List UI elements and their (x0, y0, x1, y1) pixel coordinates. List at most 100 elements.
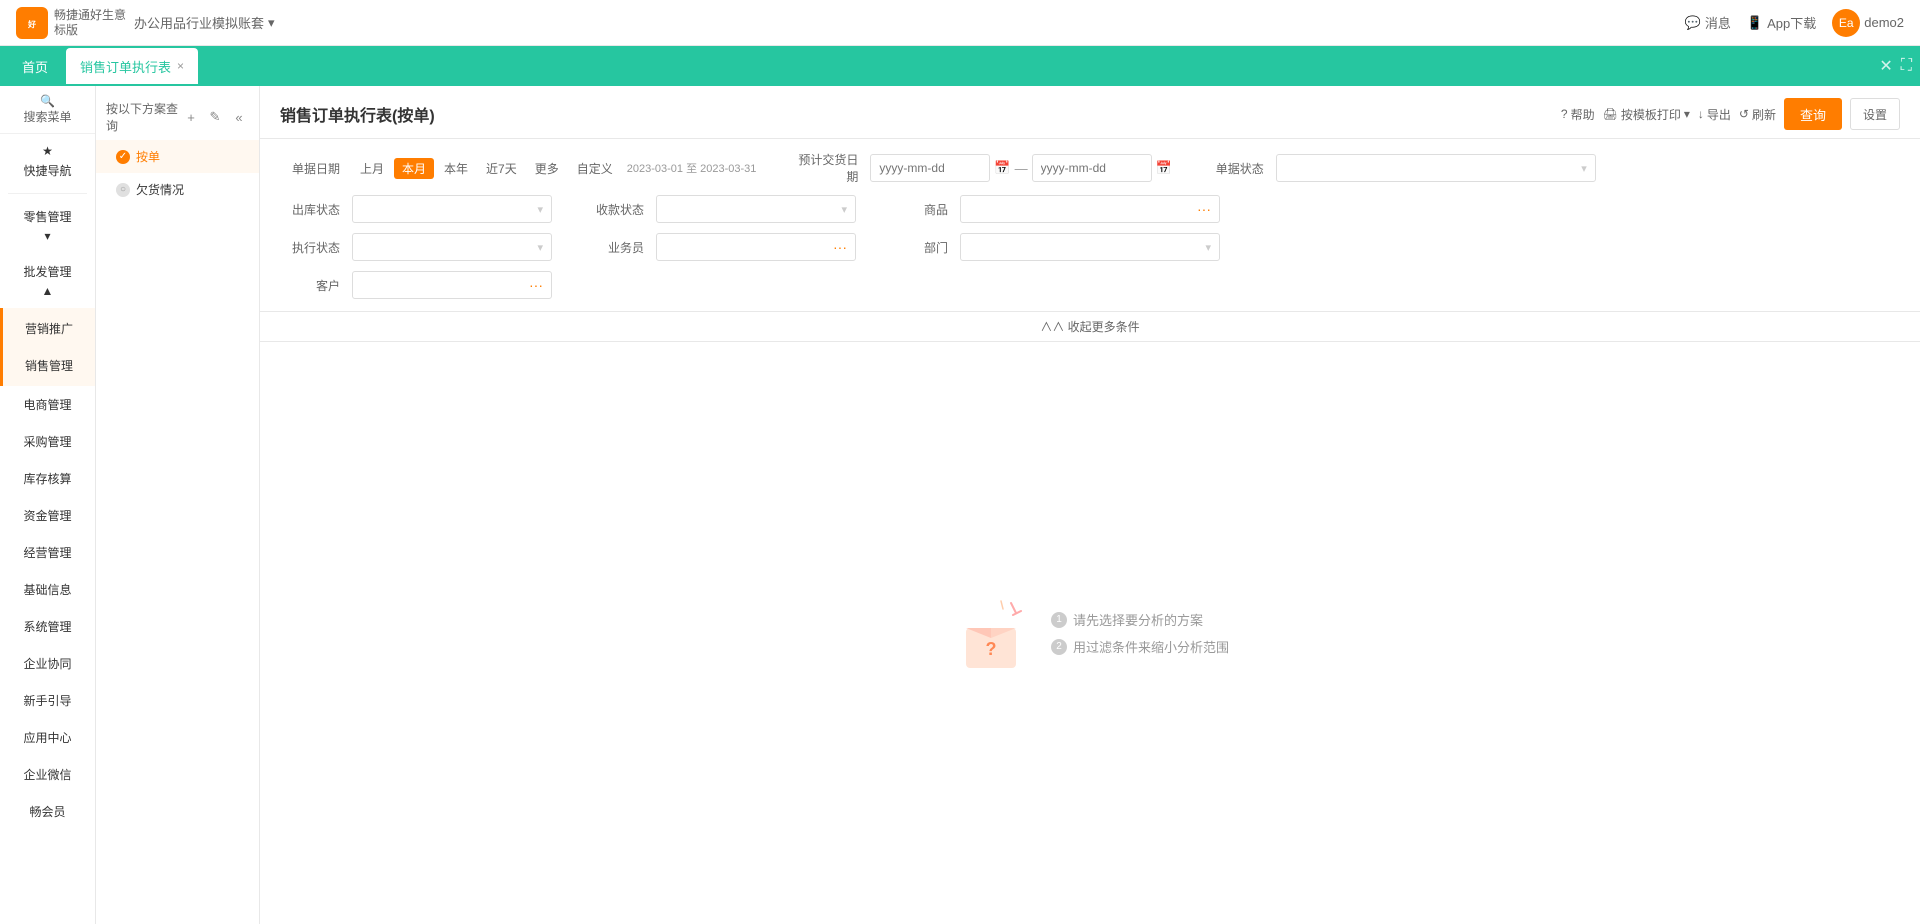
tab-home-label: 首页 (22, 57, 48, 76)
dept-select[interactable]: ▾ (960, 233, 1220, 261)
export-label: 导出 (1707, 106, 1731, 123)
payment-select[interactable]: ▾ (656, 195, 856, 223)
page-header: 销售订单执行表(按单) ? 帮助 🖨 按模板打印 ▾ ↓ 导出 (260, 86, 1920, 139)
tab-sales-order[interactable]: 销售订单执行表 × (66, 48, 198, 84)
settings-button[interactable]: 设置 (1850, 98, 1900, 130)
shortcut-label: 快捷导航 (23, 162, 71, 179)
expected-date-start[interactable] (870, 154, 990, 182)
sidebar-item-inventory[interactable]: 库存核算 (0, 460, 95, 497)
retail-label: 零售管理 (23, 208, 71, 225)
avatar: Ea (1832, 9, 1860, 37)
edit-scheme-btn[interactable]: ✎ (205, 107, 225, 127)
main-layout: 🔍 搜索菜单 ★ 快捷导航 零售管理 ▾ 批发管理 ▲ 营销推广 销售管理 电商… (0, 86, 1920, 924)
goods-dots[interactable]: ··· (1197, 201, 1211, 217)
date-tabs: 上月 本月 本年 近7天 更多 自定义 2023-03-01 至 2023-03… (352, 158, 756, 179)
tab-bar: 首页 销售订单执行表 × ✕ ⛶ (0, 46, 1920, 86)
empty-tip-2: 2 用过滤条件来缩小分析范围 (1051, 637, 1229, 656)
scheme-item-backorder[interactable]: ○ 欠货情况 (96, 173, 259, 206)
wholesale-arrow: ▲ (42, 284, 54, 298)
sidebar-item-wechat[interactable]: 企业微信 (0, 756, 95, 793)
collapse-text: 收起更多条件 (1068, 320, 1140, 334)
page-title: 销售订单执行表(按单) (280, 102, 435, 126)
user-action[interactable]: Ea demo2 (1832, 9, 1904, 37)
salesperson-label: 业务员 (584, 239, 644, 256)
empty-area: ? 1 请先选择要分析的方案 2 用过滤条件来缩小分析范围 (260, 342, 1920, 924)
refresh-action[interactable]: ↺ 刷新 (1739, 106, 1776, 123)
sidebar-item-wholesale[interactable]: 批发管理 ▲ (0, 253, 95, 308)
logo-area: 好 畅捷通好生意 标版 (16, 7, 126, 39)
export-action[interactable]: ↓ 导出 (1698, 106, 1731, 123)
sidebar-search[interactable]: 🔍 搜索菜单 (0, 86, 95, 134)
left-panel: 按以下方案查询 + ✎ « ✓ 按单 ○ 欠货情况 (96, 86, 260, 924)
main-panel: 销售订单执行表(按单) ? 帮助 🖨 按模板打印 ▾ ↓ 导出 (260, 86, 1920, 924)
sidebar-item-retail[interactable]: 零售管理 ▾ (0, 198, 95, 253)
message-label: 消息 (1705, 13, 1731, 32)
payment-chevron: ▾ (841, 203, 847, 216)
sidebar-item-operations[interactable]: 经营管理 (0, 534, 95, 571)
salesperson-dots[interactable]: ··· (833, 239, 847, 255)
expected-date-label: 预计交货日期 (788, 151, 858, 185)
app-icon: 📱 (1747, 15, 1763, 31)
collapse-icon: ∧∧ (1040, 320, 1064, 334)
date-tab-last-month[interactable]: 上月 (352, 158, 392, 179)
goods-label: 商品 (888, 201, 948, 218)
date-tab-custom[interactable]: 自定义 (569, 158, 621, 179)
date-tab-7days[interactable]: 近7天 (478, 158, 525, 179)
add-scheme-btn[interactable]: + (181, 107, 201, 127)
sidebar-item-guide[interactable]: 新手引导 (0, 682, 95, 719)
cal-icon-start[interactable]: 📅 (994, 160, 1010, 176)
date-tab-more[interactable]: 更多 (527, 158, 567, 179)
breadcrumb-text: 办公用品行业模拟账套 (134, 13, 264, 32)
customer-dots[interactable]: ··· (529, 277, 543, 293)
sidebar-item-sales[interactable]: 销售管理 (3, 347, 95, 384)
scheme-item-order[interactable]: ✓ 按单 (96, 140, 259, 173)
delivery-select[interactable]: ▾ (352, 195, 552, 223)
print-action[interactable]: 🖨 按模板打印 ▾ (1603, 106, 1690, 123)
breadcrumb-chevron[interactable]: ▾ (268, 15, 275, 31)
goods-select[interactable]: ··· (960, 195, 1220, 223)
message-action[interactable]: 💬 消息 (1685, 13, 1731, 32)
sidebar-item-ecommerce[interactable]: 电商管理 (0, 386, 95, 423)
scheme-label-order: 按单 (136, 148, 160, 165)
sidebar-item-marketing[interactable]: 营销推广 (3, 310, 95, 347)
sidebar-item-purchase[interactable]: 采购管理 (0, 423, 95, 460)
date-tab-this-month[interactable]: 本月 (394, 158, 434, 179)
search-button[interactable]: 查询 (1784, 98, 1842, 130)
collapse-panel-btn[interactable]: « (229, 107, 249, 127)
purchase-label: 采购管理 (23, 433, 71, 450)
refresh-icon: ↺ (1739, 107, 1749, 121)
date-label: 单据日期 (280, 160, 340, 177)
member-label: 畅会员 (29, 803, 65, 820)
shortcut-icon: ★ (42, 144, 53, 158)
tab-close-btn[interactable]: ✕ (1879, 56, 1892, 76)
customer-select[interactable]: ··· (352, 271, 552, 299)
expected-date-end[interactable] (1032, 154, 1152, 182)
date-tab-this-year[interactable]: 本年 (436, 158, 476, 179)
help-action[interactable]: ? 帮助 (1561, 106, 1595, 123)
collapse-bar[interactable]: ∧∧ 收起更多条件 (260, 312, 1920, 342)
empty-tips: 1 请先选择要分析的方案 2 用过滤条件来缩小分析范围 (1051, 610, 1229, 656)
sidebar-item-system[interactable]: 系统管理 (0, 608, 95, 645)
tip-text-2: 用过滤条件来缩小分析范围 (1073, 637, 1229, 656)
left-panel-title: 按以下方案查询 (106, 100, 181, 134)
sidebar: 🔍 搜索菜单 ★ 快捷导航 零售管理 ▾ 批发管理 ▲ 营销推广 销售管理 电商… (0, 86, 96, 924)
svg-text:?: ? (985, 639, 996, 659)
app-download-action[interactable]: 📱 App下载 (1747, 13, 1816, 32)
salesperson-select[interactable]: ··· (656, 233, 856, 261)
tip-text-1: 请先选择要分析的方案 (1073, 610, 1203, 629)
sidebar-item-finance[interactable]: 资金管理 (0, 497, 95, 534)
sidebar-item-basic[interactable]: 基础信息 (0, 571, 95, 608)
exec-select[interactable]: ▾ (352, 233, 552, 261)
cal-icon-end[interactable]: 📅 (1156, 160, 1172, 176)
svg-text:好: 好 (27, 19, 36, 29)
sidebar-item-shortcut[interactable]: ★ 快捷导航 (0, 134, 95, 189)
tab-home[interactable]: 首页 (8, 50, 62, 82)
tab-close-icon[interactable]: × (177, 59, 184, 73)
date-separator: — (1015, 161, 1028, 176)
sidebar-item-member[interactable]: 畅会员 (0, 793, 95, 830)
date-range-display: 2023-03-01 至 2023-03-31 (627, 160, 757, 176)
status-select[interactable]: ▾ (1276, 154, 1596, 182)
sidebar-item-enterprise[interactable]: 企业协同 (0, 645, 95, 682)
tab-expand-btn[interactable]: ⛶ (1901, 57, 1912, 75)
sidebar-item-apps[interactable]: 应用中心 (0, 719, 95, 756)
